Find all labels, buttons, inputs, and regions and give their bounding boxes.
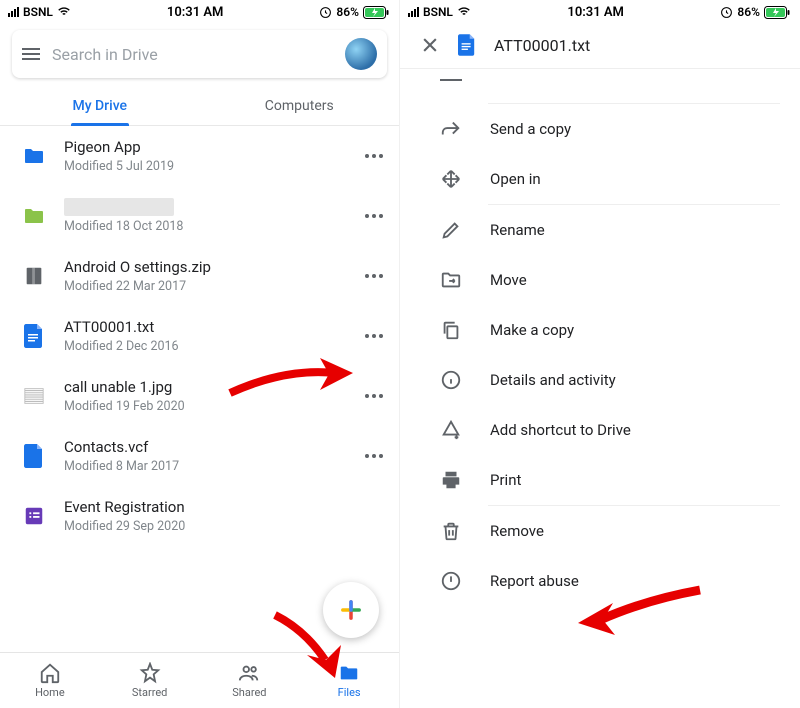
people-icon xyxy=(238,662,260,684)
nav-files[interactable]: Files xyxy=(299,653,399,708)
file-name: Android O settings.zip xyxy=(64,258,347,276)
menu-make-copy[interactable]: Make a copy xyxy=(400,305,800,355)
wifi-icon xyxy=(457,5,471,19)
more-options-button[interactable] xyxy=(365,274,383,278)
menu-open-in[interactable]: Open in xyxy=(400,154,800,204)
file-row[interactable]: Contacts.vcf Modified 8 Mar 2017 xyxy=(0,426,399,486)
battery-percent: 86% xyxy=(336,5,359,19)
action-sheet-header: ATT00001.txt xyxy=(400,22,800,69)
menu-send-copy[interactable]: Send a copy xyxy=(400,104,800,154)
drive-file-list-screen: BSNL 10:31 AM 86% Search in Drive My Dri… xyxy=(0,0,400,708)
file-actions-sheet-screen: BSNL 10:31 AM 86% ATT00001.txt Send a co… xyxy=(400,0,800,708)
more-options-button[interactable] xyxy=(365,454,383,458)
menu-report-abuse[interactable]: Report abuse xyxy=(400,556,800,606)
status-time: 10:31 AM xyxy=(567,5,624,20)
image-icon xyxy=(22,384,46,408)
nav-starred[interactable]: Starred xyxy=(100,653,200,708)
file-row[interactable]: ATT00001.txt Modified 2 Dec 2016 xyxy=(0,306,399,366)
folder-icon xyxy=(22,144,46,168)
battery-icon xyxy=(363,6,389,19)
file-list: Pigeon App Modified 5 Jul 2019 Modified … xyxy=(0,126,399,546)
account-avatar[interactable] xyxy=(345,38,377,70)
doc-icon xyxy=(458,34,476,56)
move-icon xyxy=(440,269,462,291)
wifi-icon xyxy=(57,5,71,19)
menu-move[interactable]: Move xyxy=(400,255,800,305)
tab-my-drive[interactable]: My Drive xyxy=(0,86,200,125)
file-name: call unable 1.jpg xyxy=(64,378,347,396)
file-modified: Modified 5 Jul 2019 xyxy=(64,159,347,174)
create-new-fab[interactable] xyxy=(323,582,379,638)
battery-percent: 86% xyxy=(737,5,760,19)
file-modified: Modified 8 Mar 2017 xyxy=(64,459,347,474)
folder-icon xyxy=(338,662,360,684)
close-icon[interactable] xyxy=(420,35,440,55)
signal-icon xyxy=(8,7,19,17)
file-generic-icon xyxy=(22,444,46,468)
status-bar: BSNL 10:31 AM 86% xyxy=(400,0,800,22)
file-name-redacted xyxy=(64,198,174,216)
star-icon xyxy=(139,662,161,684)
search-bar[interactable]: Search in Drive xyxy=(12,30,387,78)
doc-icon xyxy=(22,324,46,348)
file-name: Contacts.vcf xyxy=(64,438,347,456)
info-icon xyxy=(440,369,462,391)
print-icon xyxy=(440,469,462,491)
status-bar: BSNL 10:31 AM 86% xyxy=(0,0,399,22)
search-input[interactable]: Search in Drive xyxy=(52,45,333,64)
status-time: 10:31 AM xyxy=(167,5,224,20)
home-icon xyxy=(39,662,61,684)
rotation-lock-icon xyxy=(319,6,332,19)
more-options-button[interactable] xyxy=(365,334,383,338)
file-name: Pigeon App xyxy=(64,138,347,156)
file-modified: Modified 2 Dec 2016 xyxy=(64,339,347,354)
zip-icon xyxy=(22,264,46,288)
menu-rename[interactable]: Rename xyxy=(400,205,800,255)
carrier-label: BSNL xyxy=(423,5,453,19)
menu-print[interactable]: Print xyxy=(400,455,800,505)
file-row[interactable]: Pigeon App Modified 5 Jul 2019 xyxy=(0,126,399,186)
file-row[interactable]: Event Registration Modified 29 Sep 2020 xyxy=(0,486,399,546)
send-icon xyxy=(440,118,462,140)
more-options-button[interactable] xyxy=(365,394,383,398)
more-options-button[interactable] xyxy=(365,154,383,158)
file-row[interactable]: call unable 1.jpg Modified 19 Feb 2020 xyxy=(0,366,399,426)
menu-icon[interactable] xyxy=(22,48,40,60)
rotation-lock-icon xyxy=(720,6,733,19)
file-modified: Modified 22 Mar 2017 xyxy=(64,279,347,294)
plus-icon xyxy=(337,596,365,624)
more-options-button[interactable] xyxy=(365,214,383,218)
battery-icon xyxy=(764,6,790,19)
bottom-nav: Home Starred Shared Files xyxy=(0,652,399,708)
file-row[interactable]: Android O settings.zip Modified 22 Mar 2… xyxy=(0,246,399,306)
file-modified: Modified 19 Feb 2020 xyxy=(64,399,347,414)
file-row[interactable]: Modified 18 Oct 2018 xyxy=(0,186,399,246)
shortcut-icon xyxy=(440,419,462,441)
menu-item-truncated[interactable] xyxy=(400,69,800,103)
menu-details[interactable]: Details and activity xyxy=(400,355,800,405)
sheet-file-title: ATT00001.txt xyxy=(494,36,590,55)
copy-icon xyxy=(440,319,462,341)
menu-remove[interactable]: Remove xyxy=(400,506,800,556)
file-name: Event Registration xyxy=(64,498,383,516)
nav-shared[interactable]: Shared xyxy=(200,653,300,708)
drive-tabs: My Drive Computers xyxy=(0,86,399,126)
signal-icon xyxy=(408,7,419,17)
pencil-icon xyxy=(440,219,462,241)
carrier-label: BSNL xyxy=(23,5,53,19)
open-in-icon xyxy=(440,168,462,190)
file-modified: Modified 18 Oct 2018 xyxy=(64,219,347,234)
file-name: ATT00001.txt xyxy=(64,318,347,336)
report-icon xyxy=(440,570,462,592)
file-modified: Modified 29 Sep 2020 xyxy=(64,519,383,534)
form-icon xyxy=(22,504,46,528)
folder-icon xyxy=(22,204,46,228)
nav-home[interactable]: Home xyxy=(0,653,100,708)
trash-icon xyxy=(440,520,462,542)
menu-add-shortcut[interactable]: Add shortcut to Drive xyxy=(400,405,800,455)
tab-computers[interactable]: Computers xyxy=(200,86,400,125)
